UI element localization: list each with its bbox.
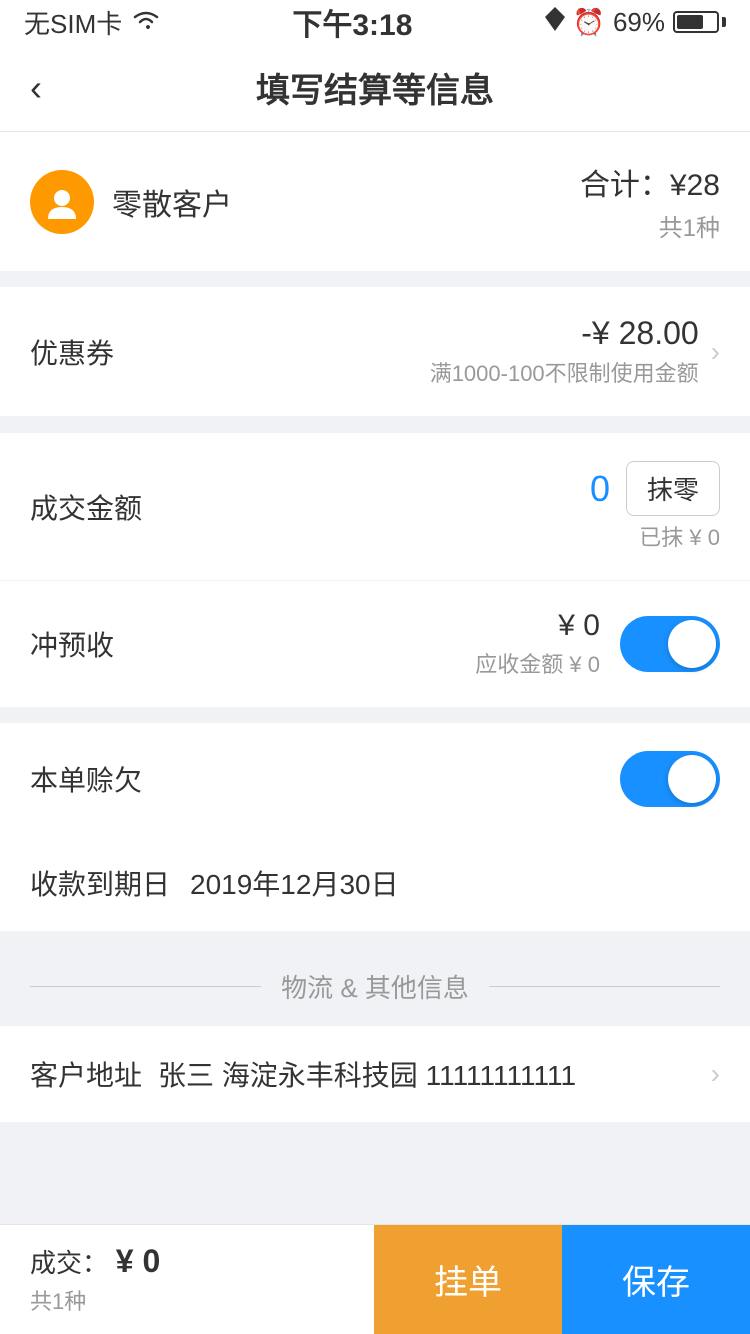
toggle-knob bbox=[668, 620, 716, 668]
status-right: ⏰ 69% bbox=[545, 7, 726, 38]
address-left: 客户地址 张三 海淀永丰科技园 11111111111 bbox=[30, 1054, 576, 1094]
avatar bbox=[30, 170, 94, 234]
customer-row: 零散客户 合计：¥28 共1种 bbox=[0, 132, 750, 271]
chevron-right-icon: › bbox=[711, 336, 720, 368]
wifi-icon bbox=[132, 7, 160, 38]
bottom-summary: 成交： ¥ 0 共1种 bbox=[0, 1243, 374, 1316]
transaction-label: 成交金额 bbox=[30, 487, 142, 527]
transaction-sub: 已抹 ¥ 0 bbox=[590, 520, 720, 552]
round-button[interactable]: 抹零 bbox=[626, 461, 720, 516]
bottom-deal-label: 成交： bbox=[30, 1248, 108, 1278]
bottom-deal-amount: ¥ 0 bbox=[116, 1243, 160, 1279]
battery-text: 69% bbox=[613, 7, 665, 38]
divider-2 bbox=[0, 417, 750, 433]
precharge-toggle[interactable] bbox=[620, 616, 720, 672]
bottom-bar: 成交： ¥ 0 共1种 挂单 保存 bbox=[0, 1224, 750, 1334]
coupon-label: 优惠券 bbox=[30, 332, 114, 372]
coupon-row[interactable]: 优惠券 -¥ 28.00 满1000-100不限制使用金额 › bbox=[0, 287, 750, 417]
status-time: 下午3:18 bbox=[292, 0, 412, 44]
logistics-line-right bbox=[489, 986, 720, 987]
divider-1 bbox=[0, 271, 750, 287]
precharge-label: 冲预收 bbox=[30, 624, 114, 664]
save-button[interactable]: 保存 bbox=[562, 1225, 750, 1334]
total-amount: 合计：¥28 bbox=[580, 160, 720, 204]
logistics-line-left bbox=[30, 986, 261, 987]
logistics-label: 物流 & 其他信息 bbox=[281, 968, 469, 1005]
page-title: 填写结算等信息 bbox=[256, 63, 494, 112]
divider-3 bbox=[0, 707, 750, 723]
transaction-right: 0 抹零 已抹 ¥ 0 bbox=[590, 461, 720, 552]
customer-info: 零散客户 bbox=[30, 170, 232, 234]
transaction-row: 成交金额 0 抹零 已抹 ¥ 0 bbox=[0, 433, 750, 581]
back-button[interactable]: ‹ bbox=[30, 67, 42, 109]
iowe-toggle-knob bbox=[668, 755, 716, 803]
bottom-deal-line: 成交： ¥ 0 bbox=[30, 1243, 344, 1280]
coupon-right: -¥ 28.00 满1000-100不限制使用金额 › bbox=[430, 315, 720, 388]
bottom-count: 共1种 bbox=[30, 1284, 344, 1316]
divider-4 bbox=[0, 932, 750, 948]
address-row[interactable]: 客户地址 张三 海淀永丰科技园 11111111111 › bbox=[0, 1026, 750, 1122]
transaction-value[interactable]: 0 bbox=[590, 468, 610, 510]
precharge-values: ¥ 0 应收金额 ¥ 0 bbox=[475, 609, 600, 679]
pending-button[interactable]: 挂单 bbox=[374, 1225, 562, 1334]
coupon-desc: 满1000-100不限制使用金额 bbox=[430, 356, 699, 388]
customer-name: 零散客户 bbox=[112, 180, 232, 224]
location-icon bbox=[545, 7, 565, 38]
due-date-label: 收款到期日 bbox=[30, 863, 170, 903]
precharge-amount: ¥ 0 bbox=[475, 609, 600, 643]
status-bar: 无SIM卡 下午3:18 ⏰ 69% bbox=[0, 0, 750, 44]
customer-section: 零散客户 合计：¥28 共1种 bbox=[0, 132, 750, 271]
precharge-sub: 应收金额 ¥ 0 bbox=[475, 647, 600, 679]
amount-input-area: 0 抹零 bbox=[590, 461, 720, 516]
due-date-value: 2019年12月30日 bbox=[190, 863, 399, 903]
iowe-toggle[interactable] bbox=[620, 751, 720, 807]
address-chevron-icon: › bbox=[711, 1058, 720, 1090]
iowe-label: 本单赊欠 bbox=[30, 759, 142, 799]
status-left: 无SIM卡 bbox=[24, 4, 160, 41]
coupon-value: -¥ 28.00 满1000-100不限制使用金额 bbox=[430, 315, 699, 388]
battery-icon bbox=[673, 11, 726, 33]
alarm-icon: ⏰ bbox=[573, 7, 605, 38]
precharge-right: ¥ 0 应收金额 ¥ 0 bbox=[475, 609, 720, 679]
due-date-row[interactable]: 收款到期日 2019年12月30日 bbox=[0, 835, 750, 932]
signal-text: 无SIM卡 bbox=[24, 4, 122, 41]
iowe-row: 本单赊欠 bbox=[0, 723, 750, 835]
customer-totals: 合计：¥28 共1种 bbox=[580, 160, 720, 243]
nav-bar: ‹ 填写结算等信息 bbox=[0, 44, 750, 132]
precharge-row: 冲预收 ¥ 0 应收金额 ¥ 0 bbox=[0, 581, 750, 707]
coupon-discount: -¥ 28.00 bbox=[430, 315, 699, 352]
content: 零散客户 合计：¥28 共1种 优惠券 -¥ 28.00 满1000-100不限… bbox=[0, 132, 750, 1242]
address-value: 张三 海淀永丰科技园 11111111111 bbox=[158, 1054, 576, 1094]
total-count: 共1种 bbox=[580, 208, 720, 243]
address-label: 客户地址 bbox=[30, 1054, 142, 1094]
logistics-header: 物流 & 其他信息 bbox=[0, 948, 750, 1025]
